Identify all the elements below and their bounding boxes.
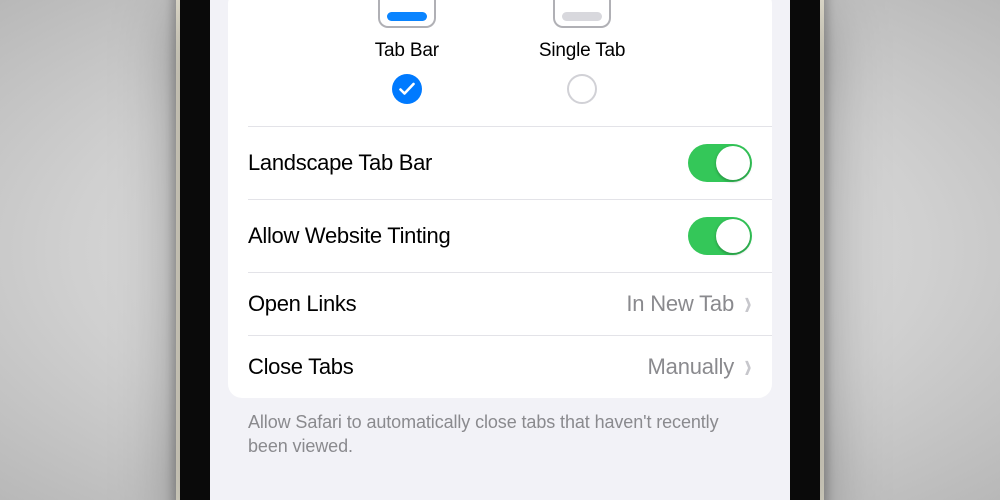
tab-bar-label: Tab Bar bbox=[375, 40, 439, 62]
close-tabs-value: Manually bbox=[648, 354, 734, 380]
allow-website-tinting-toggle[interactable] bbox=[688, 217, 752, 255]
tab-bar-preview-icon bbox=[378, 0, 436, 28]
tab-layout-option-tab-bar[interactable]: Tab Bar bbox=[375, 0, 439, 104]
row-label: Open Links bbox=[248, 291, 356, 317]
row-right: Manually › bbox=[648, 354, 752, 380]
row-label: Allow Website Tinting bbox=[248, 223, 450, 249]
checkmark-icon bbox=[399, 82, 415, 96]
single-tab-label: Single Tab bbox=[539, 40, 625, 62]
row-right: In New Tab › bbox=[626, 291, 752, 317]
toggle-knob bbox=[716, 146, 750, 180]
row-landscape-tab-bar: Landscape Tab Bar bbox=[228, 127, 772, 199]
chevron-right-icon: › bbox=[744, 349, 751, 385]
row-label: Landscape Tab Bar bbox=[248, 150, 432, 176]
settings-screen: Tab Bar Single Tab Landscape Tab Bar bbox=[210, 0, 790, 500]
phone-frame: Tab Bar Single Tab Landscape Tab Bar bbox=[180, 0, 820, 500]
single-tab-radio[interactable] bbox=[567, 74, 597, 104]
tab-layout-option-single-tab[interactable]: Single Tab bbox=[539, 0, 625, 104]
single-tab-preview-icon bbox=[553, 0, 611, 28]
row-label: Close Tabs bbox=[248, 354, 353, 380]
chevron-right-icon: › bbox=[744, 286, 751, 322]
tab-layout-chooser: Tab Bar Single Tab bbox=[228, 0, 772, 126]
section-footer-text: Allow Safari to automatically close tabs… bbox=[210, 398, 790, 459]
row-open-links[interactable]: Open Links In New Tab › bbox=[228, 273, 772, 335]
row-close-tabs[interactable]: Close Tabs Manually › bbox=[228, 336, 772, 398]
row-allow-website-tinting: Allow Website Tinting bbox=[228, 200, 772, 272]
settings-card: Tab Bar Single Tab Landscape Tab Bar bbox=[228, 0, 772, 398]
landscape-tab-bar-toggle[interactable] bbox=[688, 144, 752, 182]
tab-bar-radio[interactable] bbox=[392, 74, 422, 104]
toggle-knob bbox=[716, 219, 750, 253]
open-links-value: In New Tab bbox=[626, 291, 734, 317]
